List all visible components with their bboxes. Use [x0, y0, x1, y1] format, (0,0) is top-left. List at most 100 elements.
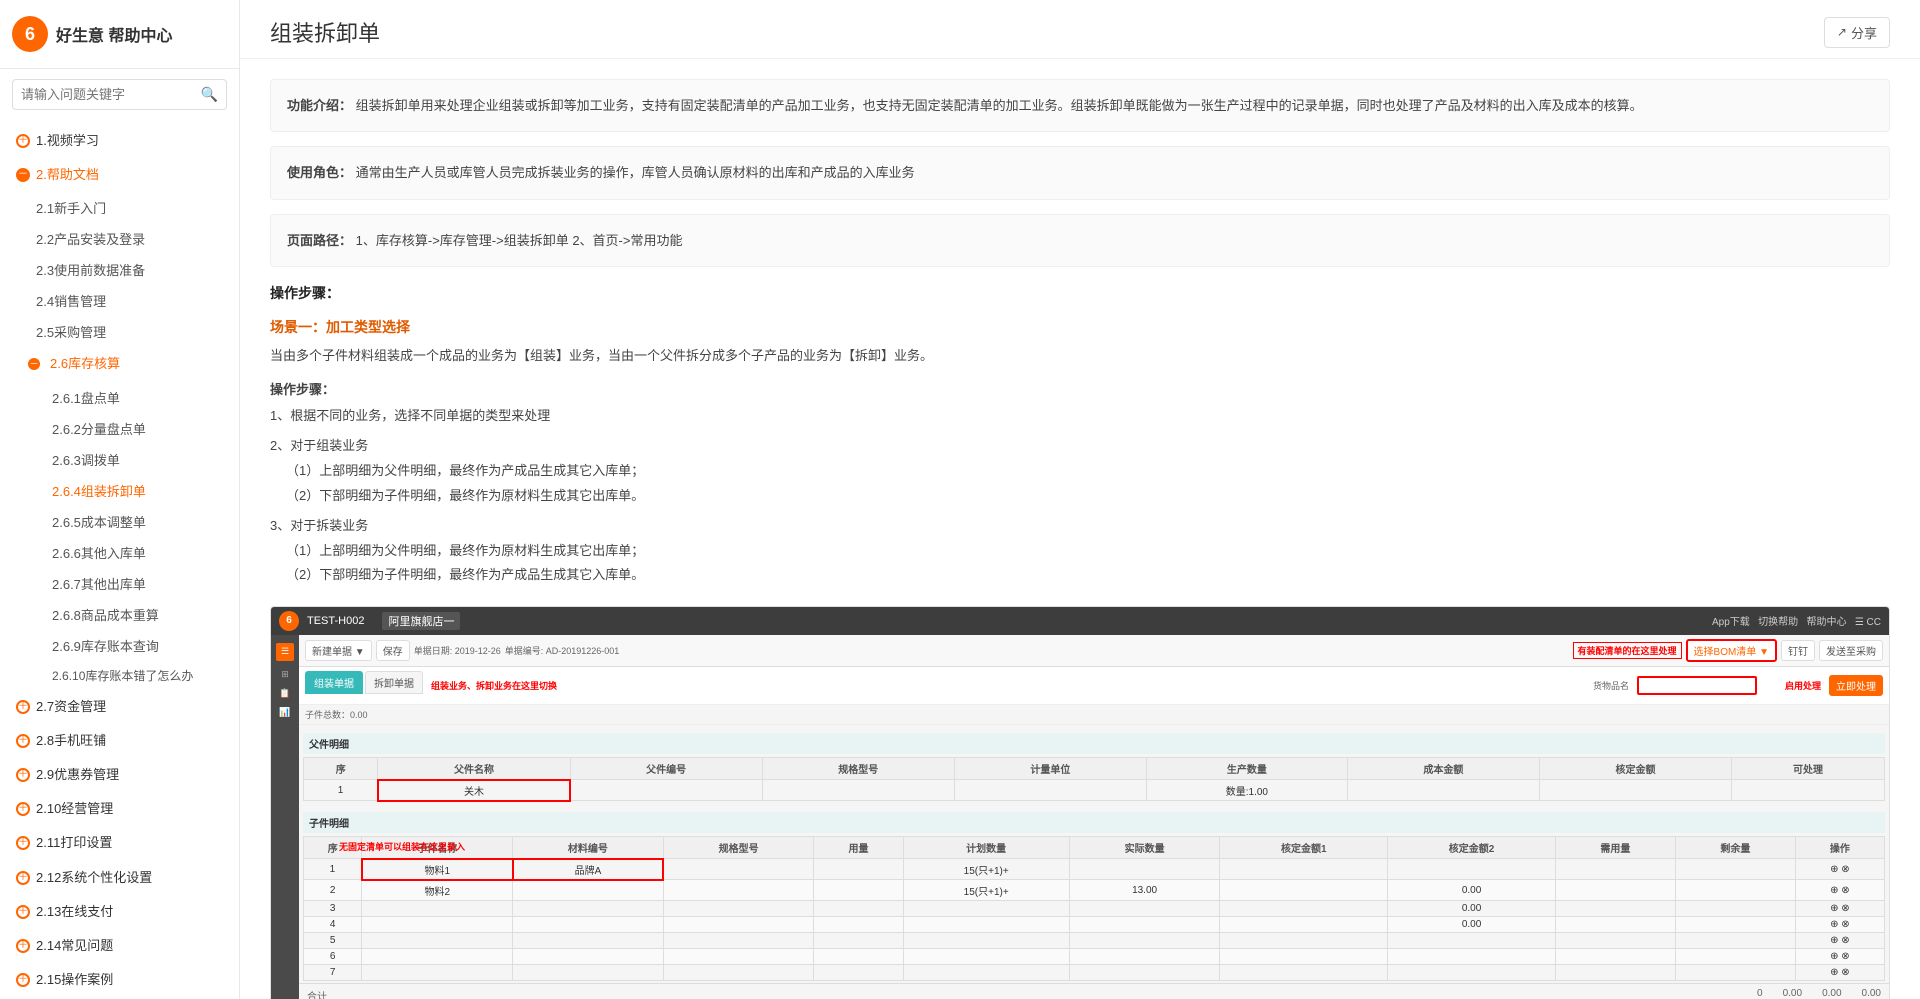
mock-th: 材料编号	[513, 836, 664, 859]
sidebar-item-cost[interactable]: 2.6.5成本调整单	[0, 506, 239, 537]
mock-td	[1675, 932, 1795, 948]
mock-td: 1	[304, 780, 378, 801]
mock-btn-new: 新建单据 ▼	[305, 640, 372, 661]
mock-td	[663, 916, 814, 932]
mock-td	[513, 916, 664, 932]
mock-td: 数量:1.00	[1146, 780, 1347, 801]
mock-goods-input[interactable]	[1637, 676, 1757, 695]
sidebar-item-cases[interactable]: ＋ 2.15操作案例	[0, 963, 239, 997]
role-block: 使用角色： 通常由生产人员或库管人员完成拆装业务的操作，库管人员确认原材料的出库…	[270, 146, 1890, 199]
sidebar-logo: 6 好生意 帮助中心	[0, 0, 239, 69]
mock-th-code: 父件编号	[570, 757, 762, 780]
sidebar-item-label: 2.8手机旺铺	[36, 732, 106, 750]
mock-main-content: 新建单据 ▼ 保存 单据日期: 2019-12-26 单据编号: AD-2019…	[299, 635, 1889, 999]
mock-td	[1555, 880, 1675, 901]
sidebar-item-ledger[interactable]: 2.6.9库存账本查询	[0, 630, 239, 661]
sidebar-item-error[interactable]: 2.6.10库存账本错了怎么办	[0, 661, 239, 690]
mock-tab-assembly: 组装单据	[305, 671, 363, 694]
mock-td: ⊕ ⊗	[1795, 900, 1884, 916]
sidebar-item-in[interactable]: 2.6.6其他入库单	[0, 537, 239, 568]
mock-td	[1220, 859, 1388, 880]
mock-left-icons: ☰ ⊞ 📋 📊	[271, 635, 299, 999]
mock-td	[1388, 948, 1556, 964]
mock-td	[1388, 932, 1556, 948]
step2-sub1: （1）上部明细为父件明细，最终作为产成品生成其它入库单；	[286, 459, 1890, 484]
sidebar: 6 好生意 帮助中心 🔍 ＋ 1.视频学习 － 2.帮助文档 2.1新手入门 2…	[0, 0, 240, 999]
intro-label: 功能介绍：	[287, 98, 352, 113]
sidebar-item-purchase[interactable]: 2.5采购管理	[0, 316, 239, 347]
sidebar-item-assembly[interactable]: 2.6.4组装拆卸单	[0, 475, 239, 506]
expand-icon: ＋	[16, 973, 30, 987]
mock-td	[814, 859, 903, 880]
sidebar-item-new[interactable]: 2.1新手入门	[0, 192, 239, 223]
mock-td	[1555, 916, 1675, 932]
search-box[interactable]: 🔍	[12, 79, 227, 110]
sidebar-item-data[interactable]: 2.3使用前数据准备	[0, 254, 239, 285]
mock-nav-icon2: ⊞	[281, 669, 289, 680]
mock-td	[1220, 932, 1388, 948]
sidebar-item-inventory[interactable]: － 2.6库存核算	[0, 347, 239, 381]
sidebar-item-adjust[interactable]: 2.6.3调拨单	[0, 444, 239, 475]
mock-td	[903, 948, 1069, 964]
sidebar-item-label: 2.11打印设置	[36, 834, 112, 852]
sidebar-item-manage[interactable]: ＋ 2.10经营管理	[0, 792, 239, 826]
page-title: 组装拆卸单	[270, 16, 380, 48]
mock-td	[814, 880, 903, 901]
search-icon[interactable]: 🔍	[201, 86, 218, 103]
mock-body: ☰ ⊞ 📋 📊 新建单据 ▼ 保存 单据日期: 2019-12-26 单据编号:…	[271, 635, 1889, 999]
sidebar-item-print[interactable]: ＋ 2.11打印设置	[0, 826, 239, 860]
mock-td	[1675, 880, 1795, 901]
mock-td: 7	[304, 964, 362, 980]
mock-th: 操作	[1795, 836, 1884, 859]
table-row: 4 0.00 ⊕ ⊗	[304, 916, 1885, 932]
share-button[interactable]: ↗ 分享	[1824, 17, 1890, 48]
sidebar-item-coupon[interactable]: ＋ 2.9优惠券管理	[0, 758, 239, 792]
sidebar-item-custom[interactable]: ＋ 2.12系统个性化设置	[0, 861, 239, 895]
sidebar-item-docs[interactable]: － 2.帮助文档	[0, 158, 239, 192]
sidebar-item-install[interactable]: 2.2产品安装及登录	[0, 223, 239, 254]
mock-btn-action1: 钉钉	[1781, 640, 1815, 661]
mock-td	[1069, 859, 1220, 880]
collapse-icon: －	[16, 168, 30, 182]
intro-text: 组装拆卸单用来处理企业组装或拆卸等加工业务，支持有固定装配清单的产品加工业务，也…	[356, 98, 1643, 113]
mock-td	[513, 880, 664, 901]
sidebar-item-video[interactable]: ＋ 1.视频学习	[0, 124, 239, 158]
sidebar-item-pay[interactable]: ＋ 2.13在线支付	[0, 895, 239, 929]
mock-td	[1539, 780, 1731, 801]
sidebar-item-sales[interactable]: 2.4销售管理	[0, 285, 239, 316]
share-label: 分享	[1851, 23, 1877, 42]
sidebar-item-label: 2.12系统个性化设置	[36, 869, 152, 887]
expand-icon: ＋	[16, 905, 30, 919]
sidebar-item-mobile[interactable]: ＋ 2.8手机旺铺	[0, 724, 239, 758]
mock-footer: 合计 0 0.00 0.00 0.00	[299, 983, 1889, 999]
search-input[interactable]	[21, 87, 201, 102]
mock-store-btn: 阿里旗舰店一	[382, 612, 460, 630]
mock-td: 5	[304, 932, 362, 948]
sidebar-item-label: 2.14常见问题	[36, 937, 113, 955]
mock-td	[1069, 916, 1220, 932]
sidebar-item-stocktake[interactable]: 2.6.1盘点单	[0, 382, 239, 413]
step3: 3、对于拆装业务	[270, 513, 1890, 539]
mock-td	[1347, 780, 1539, 801]
mock-th-unit: 计量单位	[954, 757, 1146, 780]
sidebar-item-finance[interactable]: ＋ 2.7资金管理	[0, 690, 239, 724]
path-text: 1、库存核算->库存管理->组装拆卸单 2、首页->常用功能	[356, 233, 683, 248]
mock-td	[954, 780, 1146, 801]
sidebar-item-out[interactable]: 2.6.7其他出库单	[0, 568, 239, 599]
step1: 1、根据不同的业务，选择不同单据的类型来处理	[270, 403, 1890, 429]
sidebar-item-label: 2.帮助文档	[36, 166, 99, 184]
expand-icon: ＋	[16, 134, 30, 148]
mock-td	[814, 948, 903, 964]
mock-th: 核定金额1	[1220, 836, 1388, 859]
sidebar-item-faq[interactable]: ＋ 2.14常见问题	[0, 929, 239, 963]
mock-td: 物料2	[362, 880, 513, 901]
sidebar-item-split[interactable]: 2.6.2分量盘点单	[0, 413, 239, 444]
mock-total-qty: 0	[1757, 988, 1763, 999]
sidebar-item-recalc[interactable]: 2.6.8商品成本重算	[0, 599, 239, 630]
mock-total-amt2: 0.00	[1822, 988, 1841, 999]
mock-th-spec: 规格型号	[762, 757, 954, 780]
mock-td	[663, 880, 814, 901]
mock-th-avail: 可处理	[1732, 757, 1885, 780]
mock-btn-action2: 发送至采购	[1819, 640, 1883, 661]
mock-td	[663, 900, 814, 916]
